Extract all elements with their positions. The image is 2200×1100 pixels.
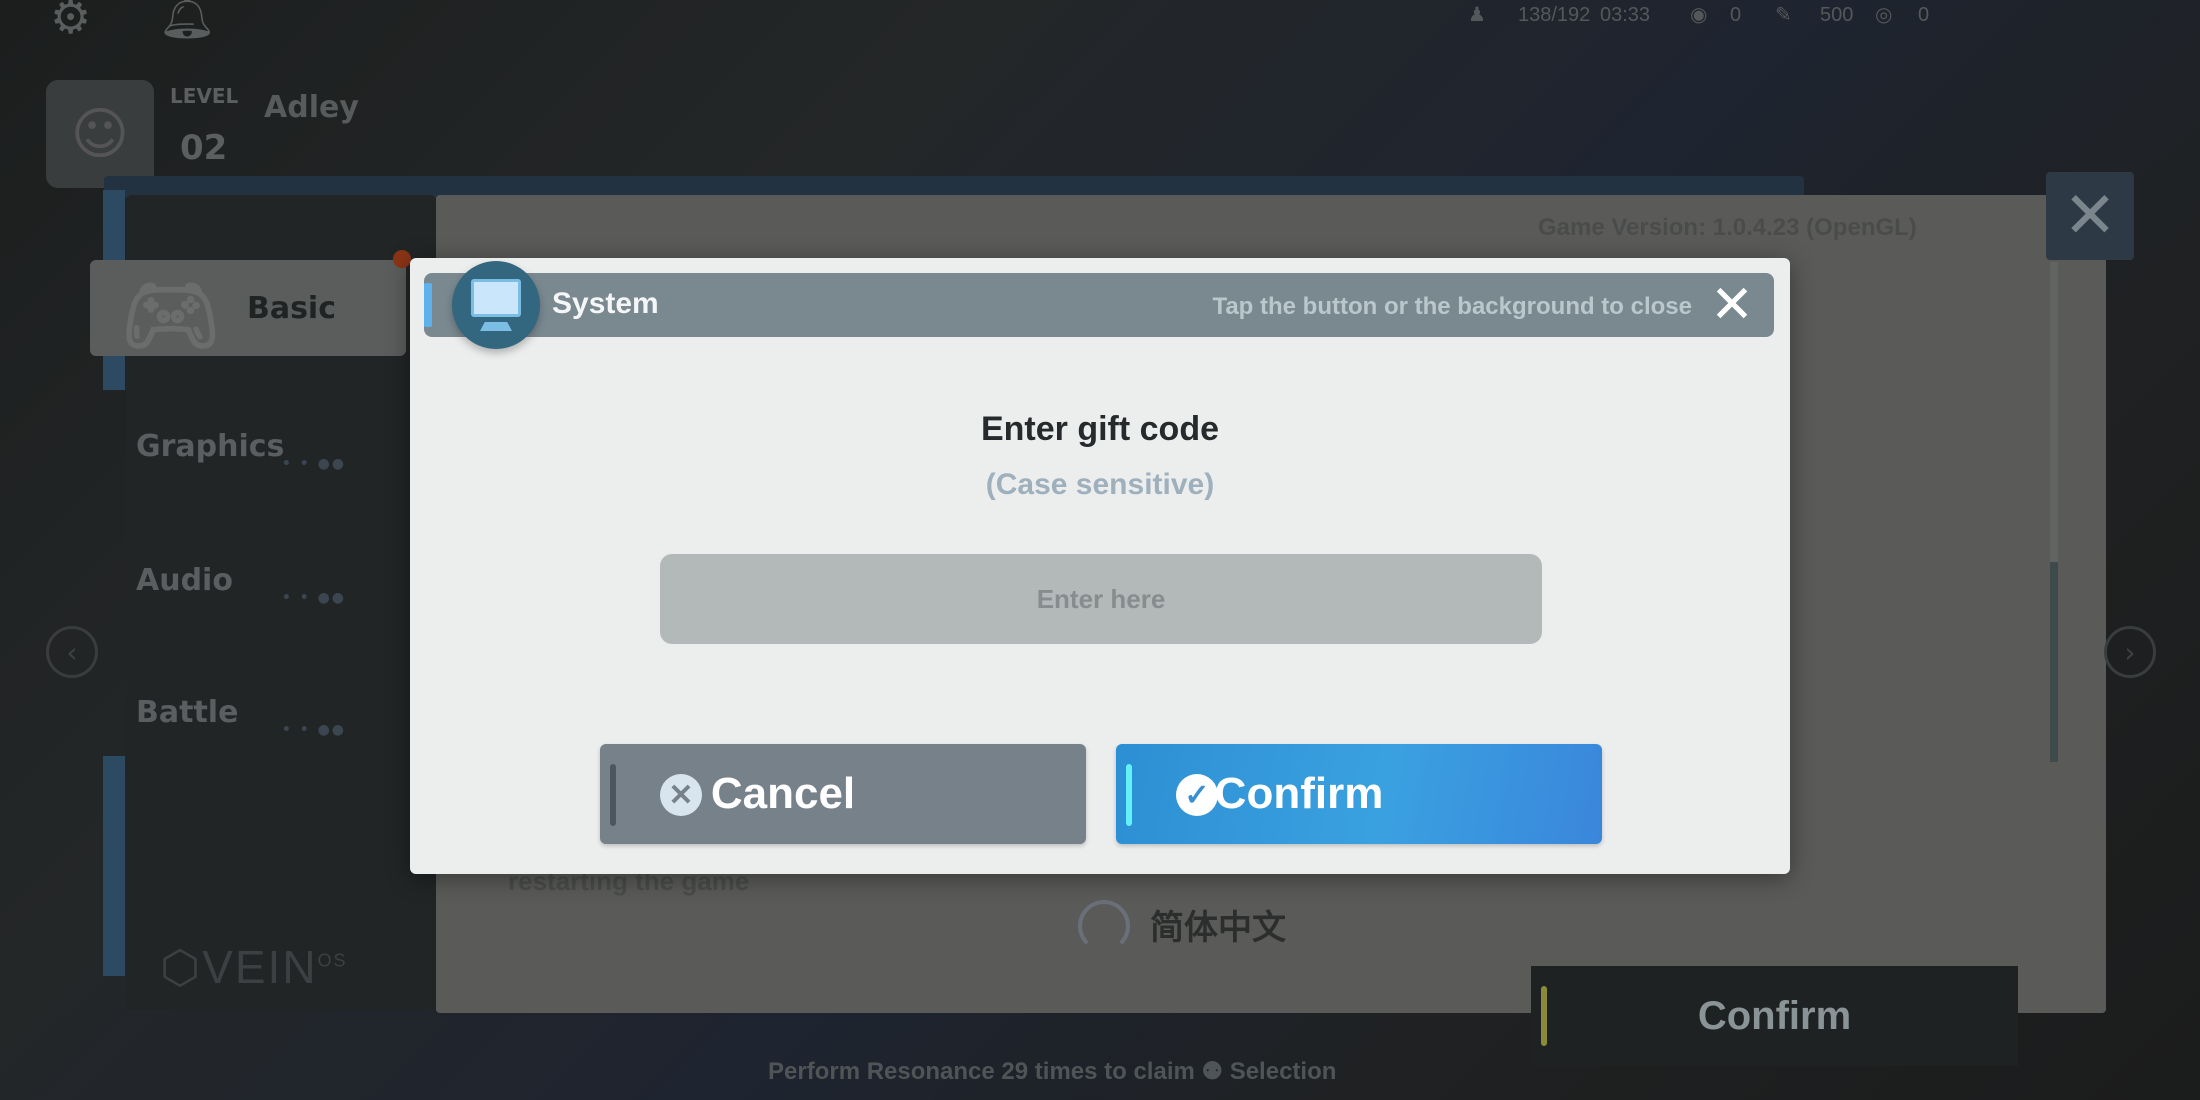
tab-dots-icon: • • ●● (281, 456, 346, 472)
sidebar-accent (103, 756, 125, 976)
currency-2-value: 500 (1820, 4, 1854, 26)
header-accent-bar (424, 283, 432, 327)
dialog-close-button[interactable]: ✕ (1706, 279, 1758, 331)
tab-label: Graphics (136, 428, 285, 464)
vein-os-logo: ⬡VEINOS (160, 941, 348, 993)
settings-confirm-label: Confirm (1697, 993, 1852, 1038)
player-avatar[interactable]: ☺ (46, 80, 154, 188)
tab-basic[interactable]: 🎮︎ Basic (90, 260, 406, 361)
dialog-title: System (552, 287, 659, 320)
resonance-banner: Perform Resonance 29 times to claim ⚉ Se… (768, 1057, 1336, 1086)
tab-graphics[interactable]: Graphics • • ●● (90, 398, 406, 494)
tab-label: Basic (246, 290, 336, 326)
language-radio[interactable] (1078, 900, 1130, 952)
selection-label: Selection (1229, 1058, 1337, 1085)
settings-scrollbar[interactable] (2050, 262, 2058, 572)
currency-1-value: 0 (1730, 4, 1742, 26)
system-monitor-icon (452, 261, 540, 349)
confirm-label: Confirm (1214, 769, 1384, 818)
notification-dot (393, 250, 411, 268)
button-accent-bar (1541, 986, 1547, 1046)
prev-arrow-icon[interactable]: ‹ (46, 626, 98, 678)
selection-icon: ⚉ (1201, 1058, 1230, 1085)
tab-label: Battle (136, 694, 239, 730)
tab-dots-icon: • • ●● (281, 590, 346, 606)
stamina-icon: ♟ (1468, 4, 1486, 26)
cancel-button[interactable]: ✕ Cancel (600, 744, 1086, 844)
player-name: Adley (264, 90, 359, 125)
stamina-value: 138/192 (1518, 4, 1591, 26)
dialog-subheading: (Case sensitive) (985, 468, 1215, 501)
notification-bell-icon[interactable]: 🔔︎ (158, 0, 216, 43)
settings-gear-icon[interactable]: ⚙ (50, 0, 91, 44)
settings-scrollbar-thumb[interactable] (2050, 562, 2058, 762)
tab-dots-icon: • • ●● (281, 722, 346, 738)
dialog-heading: Enter gift code (980, 410, 1220, 448)
gift-code-input[interactable] (660, 554, 1542, 644)
timer-value: 03:33 (1600, 4, 1651, 26)
settings-confirm-button[interactable]: Confirm (1531, 966, 2018, 1066)
dialog-close-hint: Tap the button or the background to clos… (1212, 293, 1692, 320)
resonance-text: Perform Resonance 29 times to claim (768, 1058, 1195, 1085)
next-arrow-icon[interactable]: › (2104, 626, 2156, 678)
tab-audio[interactable]: Audio • • ●● (90, 532, 406, 628)
close-icon: ✕ (2063, 179, 2117, 253)
language-option-label: 简体中文 (1150, 908, 1286, 948)
currency-1-icon: ◉ (1690, 4, 1708, 26)
gamepad-icon: 🎮︎ (120, 268, 222, 361)
currency-3-value: 0 (1918, 4, 1930, 26)
currency-3-icon: ◎ (1875, 4, 1893, 26)
cancel-label: Cancel (710, 769, 856, 818)
currency-2-icon: ✎ (1775, 4, 1792, 26)
settings-close-button[interactable]: ✕ (2046, 172, 2134, 260)
gift-code-dialog: System Tap the button or the background … (410, 258, 1790, 874)
level-value: 02 (180, 128, 228, 168)
dialog-header: System Tap the button or the background … (424, 261, 1774, 349)
level-label: LEVEL (170, 84, 239, 108)
tab-label: Audio (136, 562, 233, 598)
game-version-text: Game Version: 1.0.4.23 (OpenGL) (1538, 214, 1917, 241)
confirm-button[interactable]: ✓ Confirm (1116, 744, 1602, 844)
tab-battle[interactable]: Battle • • ●● (90, 664, 406, 760)
